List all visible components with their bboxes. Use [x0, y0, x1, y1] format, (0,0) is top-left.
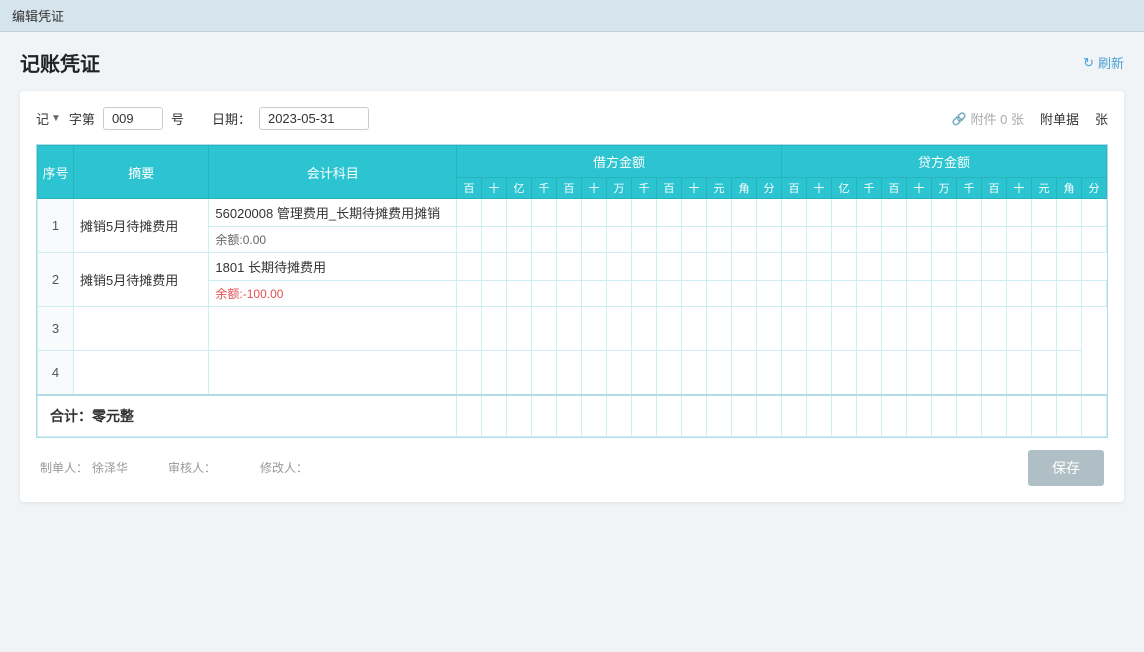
row-summary-2[interactable]: 摊销5月待摊费用 [74, 253, 209, 307]
th-credit-yuan: 元 [1032, 178, 1057, 199]
row-balance-2: 余额:-100.00 [209, 281, 457, 307]
row-index-3: 3 [38, 307, 74, 351]
th-credit-shi2: 十 [907, 178, 932, 199]
zhang-text: 张 [1095, 109, 1108, 128]
th-debit-shi3: 十 [682, 178, 707, 199]
th-debit-yi: 亿 [507, 178, 532, 199]
summary-row: 合计：零元整 [38, 395, 1107, 437]
row-account-1[interactable]: 56020008 管理费用_长期待摊费用摊销 [209, 199, 457, 227]
footer-row: 制单人： 徐泽华 审核人： 修改人： 保存 [36, 438, 1108, 486]
row-index-2: 2 [38, 253, 74, 307]
reviewer-info: 审核人： [168, 459, 220, 476]
reviewer-label: 审核人： [168, 459, 216, 476]
table-body: 1 摊销5月待摊费用 56020008 管理费用_长期待摊费用摊销 [38, 199, 1107, 437]
th-debit-bai3: 百 [657, 178, 682, 199]
th-credit-fen: 分 [1082, 178, 1107, 199]
th-seq: 序号 [38, 146, 74, 199]
th-summary: 摘要 [74, 146, 209, 199]
ji-dropdown-arrow: ▼ [51, 113, 61, 124]
content-area: 记账凭证 ↻ 刷新 记 ▼ 字第 号 日期： [0, 32, 1144, 652]
th-debit-shi1: 十 [482, 178, 507, 199]
th-credit-qian1: 千 [857, 178, 882, 199]
title-bar: 编辑凭证 [0, 0, 1144, 32]
date-label: 日期： [212, 109, 251, 128]
th-credit-shi1: 十 [807, 178, 832, 199]
th-credit-qian2: 千 [957, 178, 982, 199]
row-index-1: 1 [38, 199, 74, 253]
th-credit-wan: 万 [932, 178, 957, 199]
th-debit-qian2: 千 [632, 178, 657, 199]
th-debit-wan: 万 [607, 178, 632, 199]
th-debit-yuan: 元 [707, 178, 732, 199]
th-credit-shi3: 十 [1007, 178, 1032, 199]
table-row-3: 3 [38, 307, 1107, 351]
th-credit-jiao: 角 [1057, 178, 1082, 199]
th-debit-bai1: 百 [457, 178, 482, 199]
modifier-label: 修改人： [260, 459, 308, 476]
summary-label: 合计：零元整 [38, 395, 457, 437]
ji-select[interactable]: 记 ▼ [36, 109, 61, 128]
th-debit: 借方金额 [457, 146, 782, 178]
row-account-2[interactable]: 1801 长期待摊费用 [209, 253, 457, 281]
attachment-link[interactable]: 🔗 附件 0 张 [952, 109, 1024, 128]
page-header: 记账凭证 ↻ 刷新 [20, 48, 1124, 77]
date-input[interactable] [259, 107, 369, 130]
maker-info: 制单人： 徐泽华 [40, 459, 128, 476]
row-account-4[interactable] [209, 351, 457, 395]
th-debit-shi2: 十 [582, 178, 607, 199]
main-window: 编辑凭证 记账凭证 ↻ 刷新 记 ▼ 字第 [0, 0, 1144, 652]
page-title: 记账凭证 [20, 48, 100, 77]
th-debit-jiao: 角 [732, 178, 757, 199]
maker-value: 徐泽华 [92, 459, 128, 476]
zi-input[interactable] [103, 107, 163, 130]
voucher-header: 记 ▼ 字第 号 日期： 🔗 附件 0 张 附单据 张 [36, 107, 1108, 130]
refresh-icon: ↻ [1083, 55, 1094, 71]
ji-text: 记 [36, 109, 49, 128]
row-summary-4[interactable] [74, 351, 209, 395]
row-summary-1[interactable]: 摊销5月待摊费用 [74, 199, 209, 253]
voucher-table: 序号 摘要 会计科目 借方金额 [37, 145, 1107, 437]
table-row: 1 摊销5月待摊费用 56020008 管理费用_长期待摊费用摊销 [38, 199, 1107, 227]
row-index-4: 4 [38, 351, 74, 395]
th-credit-bai1: 百 [782, 178, 807, 199]
hao-label: 号 [171, 109, 184, 128]
voucher-header-left: 记 ▼ 字第 号 日期： [36, 107, 942, 130]
row-summary-3[interactable] [74, 307, 209, 351]
th-credit-bai3: 百 [982, 178, 1007, 199]
table-row-2: 2 摊销5月待摊费用 1801 长期待摊费用 [38, 253, 1107, 281]
footer-left: 制单人： 徐泽华 审核人： 修改人： [40, 459, 312, 476]
row-account-3[interactable] [209, 307, 457, 351]
paperclip-icon: 🔗 [952, 112, 967, 126]
th-credit-bai2: 百 [882, 178, 907, 199]
voucher-header-right: 🔗 附件 0 张 附单据 张 [952, 109, 1108, 128]
voucher-table-wrapper: 序号 摘要 会计科目 借方金额 [36, 144, 1108, 438]
th-account: 会计科目 [209, 146, 457, 199]
maker-label: 制单人： [40, 459, 88, 476]
table-row-4: 4 [38, 351, 1107, 395]
voucher-card: 记 ▼ 字第 号 日期： 🔗 附件 0 张 附单据 张 [20, 91, 1124, 502]
refresh-button[interactable]: ↻ 刷新 [1083, 53, 1124, 72]
th-credit: 贷方金额 [782, 146, 1107, 178]
zi-label: 字第 [69, 109, 95, 128]
th-credit-yi: 亿 [832, 178, 857, 199]
row-balance-1: 余额:0.00 [209, 227, 457, 253]
save-button[interactable]: 保存 [1028, 450, 1104, 486]
th-debit-fen: 分 [757, 178, 782, 199]
window-title: 编辑凭证 [12, 9, 64, 24]
th-debit-qian1: 千 [532, 178, 557, 199]
th-debit-bai2: 百 [557, 178, 582, 199]
fudanju-button[interactable]: 附单据 [1040, 109, 1079, 128]
modifier-info: 修改人： [260, 459, 312, 476]
